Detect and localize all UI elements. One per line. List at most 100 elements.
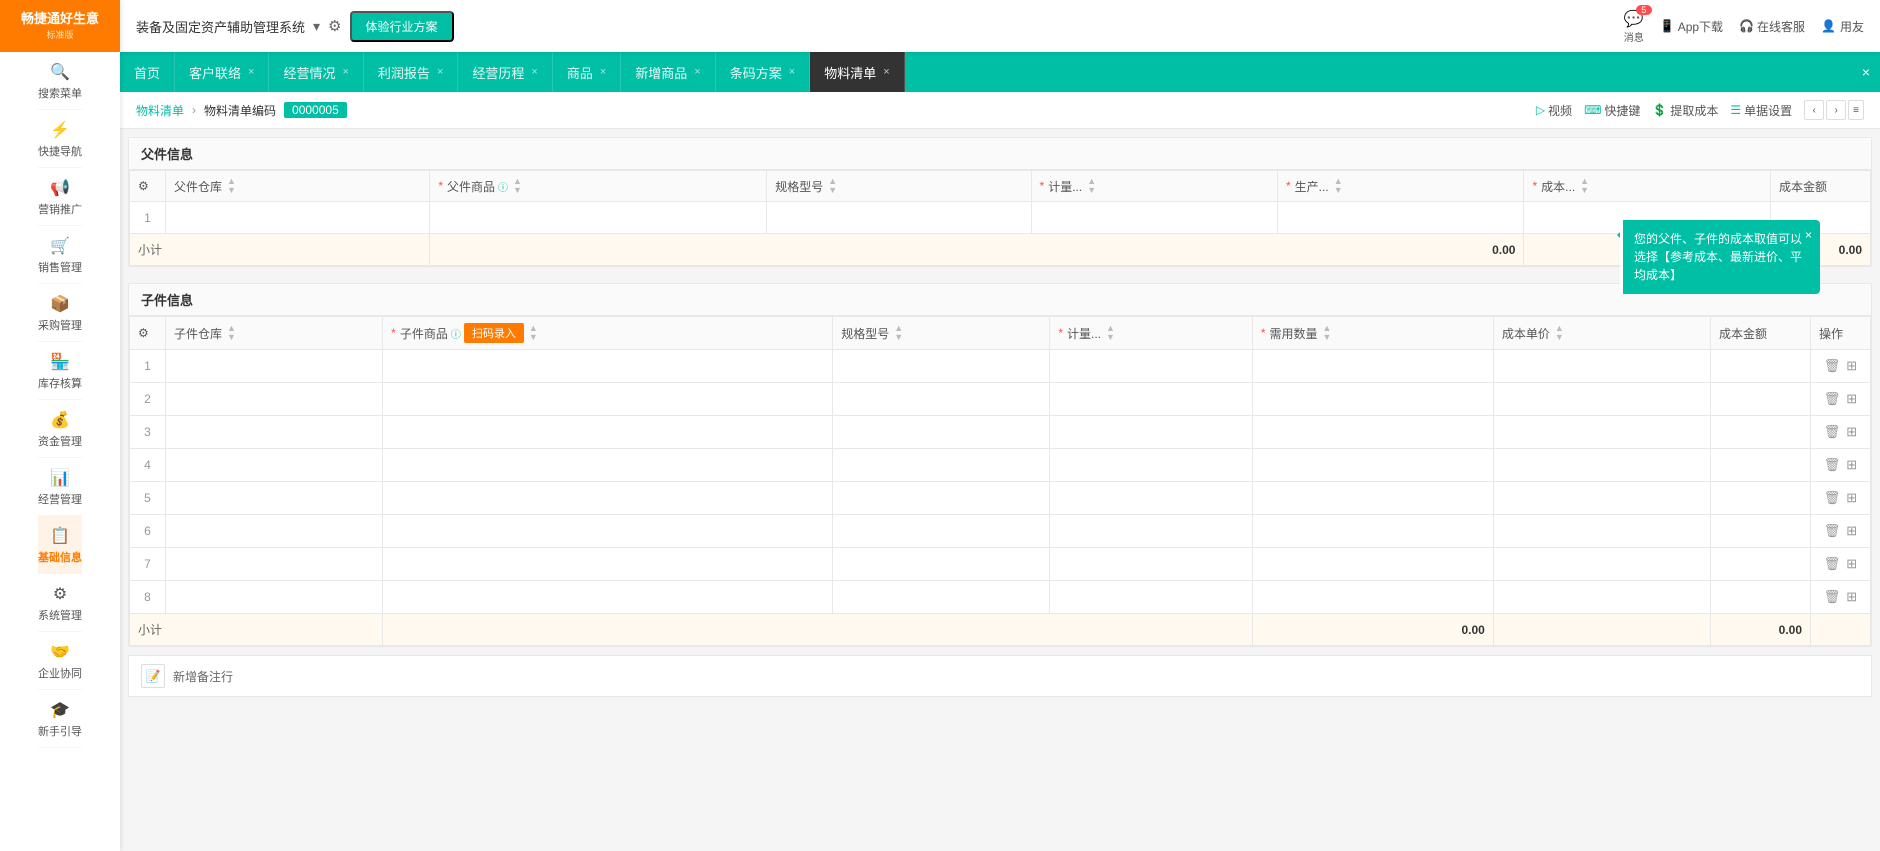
sidebar-item-2[interactable]: 📢营销推广 bbox=[38, 168, 82, 226]
delete-icon-7[interactable]: 🗑 bbox=[1824, 556, 1841, 572]
child-unit-7[interactable] bbox=[1050, 548, 1252, 581]
sidebar-item-1[interactable]: ⚡快捷导航 bbox=[38, 110, 82, 168]
sidebar-item-5[interactable]: 🏪库存核算 bbox=[38, 342, 82, 400]
child-qty-6[interactable] bbox=[1252, 515, 1493, 548]
child-spec-4[interactable] bbox=[833, 449, 1050, 482]
child-product-2[interactable] bbox=[383, 383, 833, 416]
copy-icon-5[interactable]: ⊞ bbox=[1846, 490, 1857, 506]
child-unitcost-5[interactable] bbox=[1493, 482, 1710, 515]
child-product-6[interactable] bbox=[383, 515, 833, 548]
child-unitcost-2[interactable] bbox=[1493, 383, 1710, 416]
child-qty-7[interactable] bbox=[1252, 548, 1493, 581]
sidebar-item-8[interactable]: 📋基础信息 bbox=[38, 516, 82, 574]
child-product-5[interactable] bbox=[383, 482, 833, 515]
child-amount-2[interactable] bbox=[1711, 383, 1811, 416]
sidebar-item-11[interactable]: 🎓新手引导 bbox=[38, 690, 82, 748]
nav-tab-close-8[interactable]: × bbox=[883, 66, 889, 78]
copy-icon-4[interactable]: ⊞ bbox=[1846, 457, 1857, 473]
child-warehouse-2[interactable] bbox=[166, 383, 383, 416]
sort-product[interactable]: ▲▼ bbox=[513, 177, 522, 195]
child-spec-7[interactable] bbox=[833, 548, 1050, 581]
copy-icon-7[interactable]: ⊞ bbox=[1846, 556, 1857, 572]
child-warehouse-8[interactable] bbox=[166, 581, 383, 614]
delete-icon-4[interactable]: 🗑 bbox=[1824, 457, 1841, 473]
nav-tab-close-5[interactable]: × bbox=[600, 66, 606, 78]
copy-icon-1[interactable]: ⊞ bbox=[1846, 358, 1857, 374]
sidebar-item-0[interactable]: 🔍搜索菜单 bbox=[38, 52, 82, 110]
nav-tab-close-3[interactable]: × bbox=[437, 66, 443, 78]
nav-tab-6[interactable]: 新增商品× bbox=[621, 52, 715, 92]
child-product-8[interactable] bbox=[383, 581, 833, 614]
child-qty-1[interactable] bbox=[1252, 350, 1493, 383]
nav-tab-close-7[interactable]: × bbox=[789, 66, 795, 78]
sidebar-item-7[interactable]: 📊经营管理 bbox=[38, 458, 82, 516]
next-page-btn[interactable]: › bbox=[1826, 100, 1846, 120]
delete-icon-8[interactable]: 🗑 bbox=[1824, 589, 1841, 605]
delete-icon-5[interactable]: 🗑 bbox=[1824, 490, 1841, 506]
app-download-link[interactable]: 📱 App下载 bbox=[1660, 18, 1723, 35]
child-warehouse-6[interactable] bbox=[166, 515, 383, 548]
copy-icon-3[interactable]: ⊞ bbox=[1846, 424, 1857, 440]
parent-spec-cell[interactable] bbox=[767, 202, 1031, 234]
nav-tab-close-6[interactable]: × bbox=[694, 66, 700, 78]
copy-icon-6[interactable]: ⊞ bbox=[1846, 523, 1857, 539]
child-amount-1[interactable] bbox=[1711, 350, 1811, 383]
child-amount-4[interactable] bbox=[1711, 449, 1811, 482]
prev-page-btn[interactable]: ‹ bbox=[1804, 100, 1824, 120]
child-product-7[interactable] bbox=[383, 548, 833, 581]
child-amount-5[interactable] bbox=[1711, 482, 1811, 515]
nav-tab-4[interactable]: 经营历程× bbox=[458, 52, 552, 92]
parent-warehouse-cell[interactable] bbox=[166, 202, 430, 234]
child-product-1[interactable] bbox=[383, 350, 833, 383]
delete-icon-3[interactable]: 🗑 bbox=[1824, 424, 1841, 440]
copy-icon-8[interactable]: ⊞ bbox=[1846, 589, 1857, 605]
sidebar-item-3[interactable]: 🛒销售管理 bbox=[38, 226, 82, 284]
tooltip-close[interactable]: × bbox=[1805, 226, 1812, 244]
sidebar-item-9[interactable]: ⚙系统管理 bbox=[38, 574, 82, 632]
child-unitcost-3[interactable] bbox=[1493, 416, 1710, 449]
list-view-btn[interactable]: ≡ bbox=[1848, 100, 1864, 120]
child-unitcost-7[interactable] bbox=[1493, 548, 1710, 581]
child-amount-7[interactable] bbox=[1711, 548, 1811, 581]
child-amount-6[interactable] bbox=[1711, 515, 1811, 548]
sidebar-item-10[interactable]: 🤝企业协同 bbox=[38, 632, 82, 690]
nav-tab-7[interactable]: 条码方案× bbox=[716, 52, 810, 92]
parent-unit-cell[interactable] bbox=[1031, 202, 1277, 234]
child-amount-8[interactable] bbox=[1711, 581, 1811, 614]
child-qty-8[interactable] bbox=[1252, 581, 1493, 614]
nav-tab-1[interactable]: 客户联络× bbox=[175, 52, 269, 92]
child-qty-4[interactable] bbox=[1252, 449, 1493, 482]
settings-icon[interactable]: ⚙ bbox=[328, 17, 341, 35]
child-spec-2[interactable] bbox=[833, 383, 1050, 416]
child-unit-8[interactable] bbox=[1050, 581, 1252, 614]
child-spec-6[interactable] bbox=[833, 515, 1050, 548]
child-unitcost-4[interactable] bbox=[1493, 449, 1710, 482]
child-qty-5[interactable] bbox=[1252, 482, 1493, 515]
single-setting-btn[interactable]: ☰ 单据设置 bbox=[1730, 102, 1792, 119]
add-note-icon[interactable]: 📝 bbox=[141, 664, 165, 688]
child-unit-4[interactable] bbox=[1050, 449, 1252, 482]
child-warehouse-1[interactable] bbox=[166, 350, 383, 383]
nav-tab-5[interactable]: 商品× bbox=[553, 52, 621, 92]
child-warehouse-3[interactable] bbox=[166, 416, 383, 449]
cost-extract-btn[interactable]: 💲 提取成本 bbox=[1652, 102, 1718, 119]
parent-col-config[interactable]: ⚙ bbox=[130, 171, 166, 202]
child-spec-1[interactable] bbox=[833, 350, 1050, 383]
close-all-tabs[interactable]: × bbox=[1852, 64, 1880, 80]
parent-product-cell[interactable] bbox=[430, 202, 767, 234]
child-amount-3[interactable] bbox=[1711, 416, 1811, 449]
delete-icon-6[interactable]: 🗑 bbox=[1824, 523, 1841, 539]
child-qty-2[interactable] bbox=[1252, 383, 1493, 416]
child-warehouse-7[interactable] bbox=[166, 548, 383, 581]
child-warehouse-5[interactable] bbox=[166, 482, 383, 515]
nav-tab-close-4[interactable]: × bbox=[531, 66, 537, 78]
system-dropdown-icon[interactable]: ▾ bbox=[313, 18, 320, 35]
nav-tab-close-1[interactable]: × bbox=[248, 66, 254, 78]
message-button[interactable]: 💬 消息 5 bbox=[1624, 9, 1644, 44]
child-unitcost-6[interactable] bbox=[1493, 515, 1710, 548]
nav-tab-2[interactable]: 经营情况× bbox=[269, 52, 363, 92]
sort-warehouse[interactable]: ▲▼ bbox=[227, 177, 236, 195]
child-unit-1[interactable] bbox=[1050, 350, 1252, 383]
child-product-4[interactable] bbox=[383, 449, 833, 482]
trial-button[interactable]: 体验行业方案 bbox=[350, 11, 454, 42]
